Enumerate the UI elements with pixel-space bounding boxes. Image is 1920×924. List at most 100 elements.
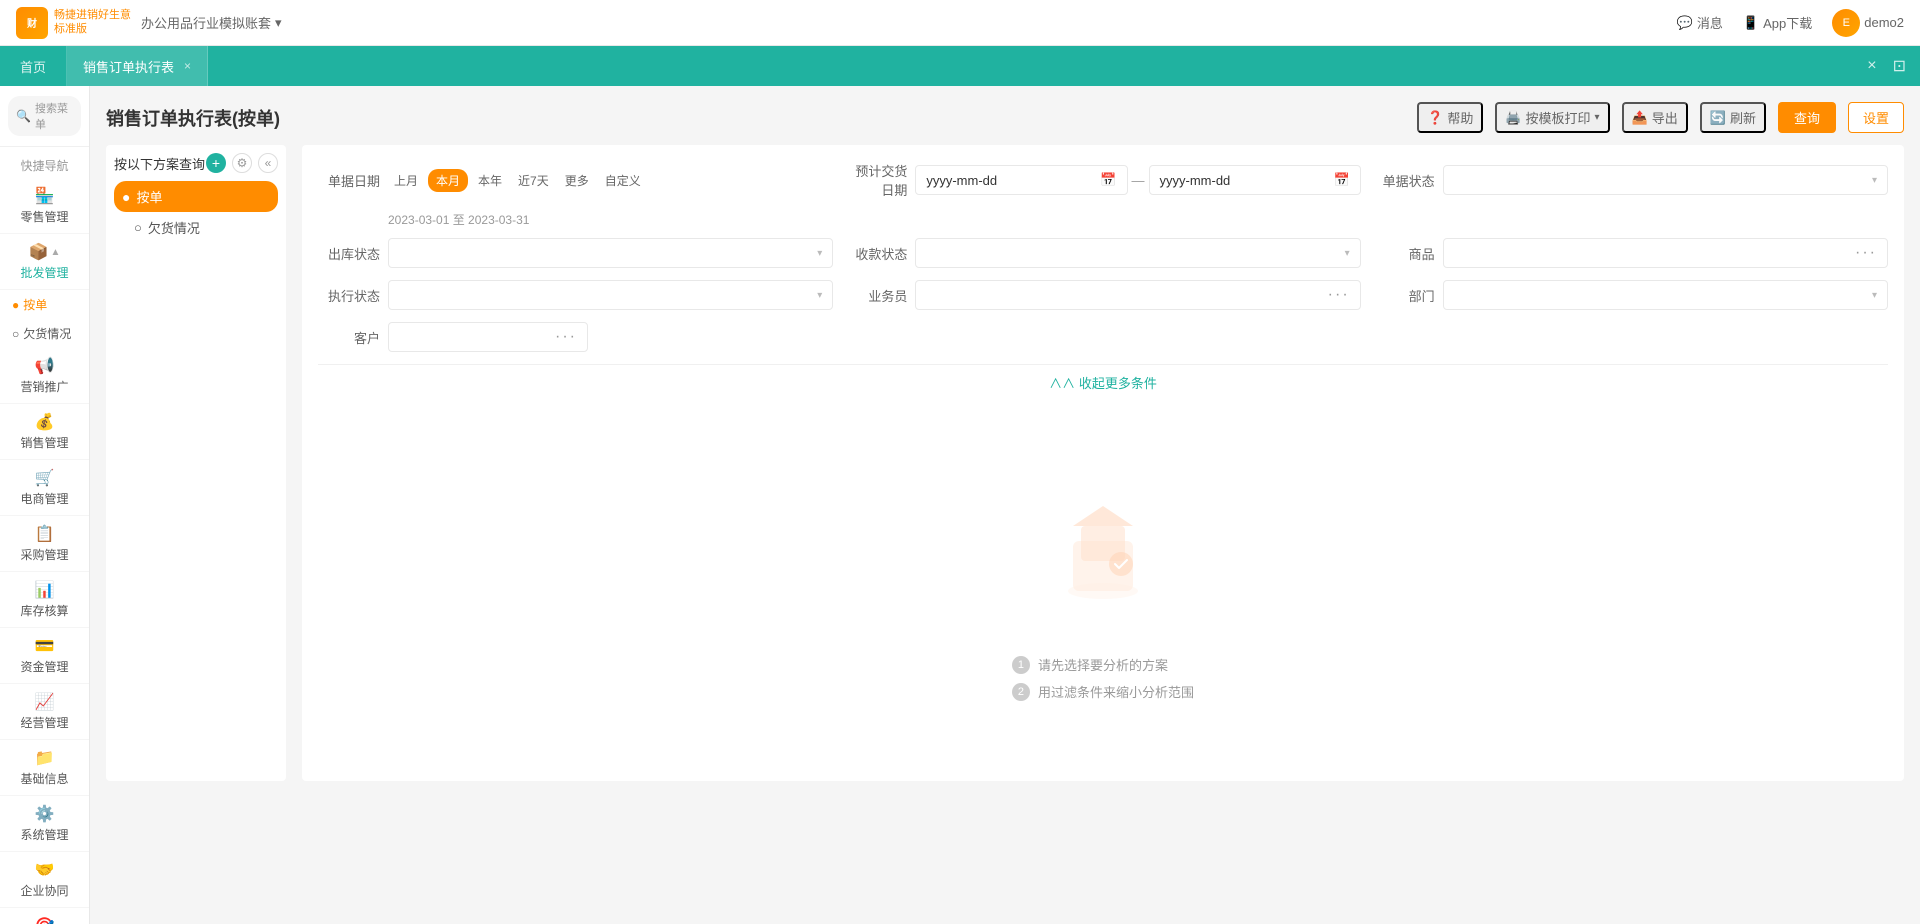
scheme-order-icon: ● bbox=[122, 189, 130, 205]
sidebar-item-finance[interactable]: 💳 资金管理 bbox=[0, 628, 89, 684]
expected-date-label: 预计交货日期 bbox=[845, 161, 915, 199]
date-tab-lastmonth[interactable]: 上月 bbox=[388, 169, 424, 192]
payment-status-field: 收款状态 ▾ bbox=[845, 238, 1360, 268]
sidebar-search-area: 🔍 搜索菜单 bbox=[0, 86, 89, 147]
tab-maximize-button[interactable]: ⊡ bbox=[1889, 52, 1910, 80]
sidebar-sub-debt[interactable]: ○ 欠货情况 bbox=[0, 319, 89, 348]
sidebar-item-system[interactable]: ⚙️ 系统管理 bbox=[0, 796, 89, 852]
sidebar-item-ecommerce[interactable]: 🛒 电商管理 bbox=[0, 460, 89, 516]
scheme-collapse-button[interactable]: « bbox=[258, 153, 278, 173]
sidebar-item-marketing[interactable]: 📢 营销推广 bbox=[0, 348, 89, 404]
filter-row-3: 执行状态 ▾ 业务员 ··· bbox=[318, 280, 1888, 310]
enterprise-selector[interactable]: 办公用品行业模拟账套 ▾ bbox=[141, 13, 282, 32]
tab-bar-right: × ⊡ bbox=[1863, 52, 1920, 80]
retail-icon: 🏪 bbox=[35, 186, 55, 206]
sidebar-item-wholesale[interactable]: 📦 ▲ 批发管理 bbox=[0, 234, 89, 290]
scheme-icon: ● bbox=[12, 298, 19, 312]
newbie-icon: 🎯 bbox=[35, 916, 55, 924]
product-more-icon[interactable]: ··· bbox=[1855, 244, 1877, 262]
expected-date-field: 预计交货日期 yyyy-mm-dd 📅 — yyyy-mm-dd 📅 bbox=[845, 161, 1360, 199]
operation-icon: 📈 bbox=[35, 692, 55, 712]
enterprise-dropdown-icon: ▾ bbox=[275, 15, 282, 31]
empty-state: 1 请先选择要分析的方案 2 用过滤条件来缩小分析范围 bbox=[302, 416, 1904, 781]
doc-status-label: 单据状态 bbox=[1373, 171, 1443, 190]
empty-illustration bbox=[1043, 496, 1163, 635]
header-right: 💬 消息 📱 App下载 E demo2 bbox=[1677, 9, 1904, 37]
sidebar-search-box[interactable]: 🔍 搜索菜单 bbox=[8, 96, 81, 136]
collapse-more-conditions[interactable]: ∧∧ 收起更多条件 bbox=[318, 364, 1888, 400]
expected-date-to[interactable]: yyyy-mm-dd 📅 bbox=[1149, 165, 1361, 195]
product-control[interactable]: ··· bbox=[1443, 238, 1888, 268]
header-left: 财 畅捷进销好生意 标准版 办公用品行业模拟账套 ▾ bbox=[16, 7, 282, 39]
message-button[interactable]: 💬 消息 bbox=[1677, 13, 1723, 32]
purchase-icon: 📋 bbox=[35, 524, 55, 544]
payment-dropdown-icon: ▾ bbox=[1345, 248, 1350, 259]
date-tab-thismonth[interactable]: 本月 bbox=[428, 169, 468, 192]
tab-sales-order-exec[interactable]: 销售订单执行表 × bbox=[67, 46, 208, 86]
app-download-button[interactable]: 📱 App下载 bbox=[1743, 13, 1812, 32]
sidebar-item-newbie[interactable]: 🎯 新手引导 bbox=[0, 908, 89, 924]
refresh-button[interactable]: 🔄 刷新 bbox=[1700, 102, 1766, 133]
scheme-item-by-order[interactable]: ● 按单 bbox=[114, 181, 278, 212]
sidebar-sub-scheme[interactable]: ● 按单 bbox=[0, 290, 89, 319]
date-tab-more[interactable]: 更多 bbox=[559, 169, 595, 192]
empty-hint-1: 1 请先选择要分析的方案 bbox=[1012, 655, 1194, 674]
outbound-status-control[interactable]: ▾ bbox=[388, 238, 833, 268]
user-menu[interactable]: E demo2 bbox=[1832, 9, 1904, 37]
date-tab-thisyear[interactable]: 本年 bbox=[472, 169, 508, 192]
exec-status-control[interactable]: ▾ bbox=[388, 280, 833, 310]
export-button[interactable]: 📤 导出 bbox=[1622, 102, 1688, 133]
tab-close-icon[interactable]: × bbox=[184, 59, 191, 73]
refresh-icon: 🔄 bbox=[1710, 110, 1726, 126]
exec-status-field: 执行状态 ▾ bbox=[318, 280, 833, 310]
dept-control[interactable]: ▾ bbox=[1443, 280, 1888, 310]
logo-icon: 财 bbox=[16, 7, 48, 39]
expected-date-from[interactable]: yyyy-mm-dd 📅 bbox=[915, 165, 1127, 195]
doc-status-field: 单据状态 ▾ bbox=[1373, 161, 1888, 199]
salesman-control[interactable]: ··· bbox=[915, 280, 1360, 310]
cal-from-icon: 📅 bbox=[1100, 172, 1116, 188]
doc-status-control[interactable]: ▾ bbox=[1443, 165, 1888, 195]
export-icon: 📤 bbox=[1632, 110, 1648, 126]
scheme-panel: 按以下方案查询 + ⚙ « ● 按单 ○ 欠货情况 bbox=[106, 145, 286, 781]
tab-home[interactable]: 首页 bbox=[0, 46, 67, 86]
ecommerce-icon: 🛒 bbox=[35, 468, 55, 488]
marketing-icon: 📢 bbox=[35, 356, 55, 376]
salesman-label: 业务员 bbox=[845, 286, 915, 305]
exec-status-label: 执行状态 bbox=[318, 286, 388, 305]
scheme-sub-debt[interactable]: ○ 欠货情况 bbox=[114, 212, 278, 243]
sidebar-item-inventory[interactable]: 📊 库存核算 bbox=[0, 572, 89, 628]
logo-area: 财 畅捷进销好生意 标准版 bbox=[16, 7, 131, 39]
filter-row-4: 客户 ··· bbox=[318, 322, 1888, 352]
salesman-field: 业务员 ··· bbox=[845, 280, 1360, 310]
help-button[interactable]: ❓ 帮助 bbox=[1417, 102, 1483, 133]
sidebar-item-operation[interactable]: 📈 经营管理 bbox=[0, 684, 89, 740]
tab-minimize-button[interactable]: × bbox=[1863, 53, 1880, 79]
customer-field: 客户 ··· bbox=[318, 322, 588, 352]
sidebar-item-basic[interactable]: 📁 基础信息 bbox=[0, 740, 89, 796]
sidebar-item-retail[interactable]: 🏪 零售管理 bbox=[0, 178, 89, 234]
scheme-add-button[interactable]: + bbox=[206, 153, 226, 173]
query-button[interactable]: 查询 bbox=[1778, 102, 1836, 133]
date-field: 单据日期 上月 本月 本年 近7天 更多 自定义 bbox=[318, 161, 833, 199]
date-range-separator: — bbox=[1128, 173, 1149, 188]
sidebar-item-collab[interactable]: 🤝 企业协同 bbox=[0, 852, 89, 908]
scheme-settings-button[interactable]: ⚙ bbox=[232, 153, 252, 173]
sidebar-item-sales[interactable]: 💰 销售管理 bbox=[0, 404, 89, 460]
date-control: 上月 本月 本年 近7天 更多 自定义 bbox=[388, 169, 833, 192]
user-avatar: E bbox=[1832, 9, 1860, 37]
customer-more-icon[interactable]: ··· bbox=[555, 328, 577, 346]
product-field: 商品 ··· bbox=[1373, 238, 1888, 268]
settings-button[interactable]: 设置 bbox=[1848, 102, 1904, 133]
sales-icon: 💰 bbox=[35, 412, 55, 432]
system-icon: ⚙️ bbox=[35, 804, 55, 824]
dept-label: 部门 bbox=[1373, 286, 1443, 305]
date-tab-7days[interactable]: 近7天 bbox=[512, 169, 555, 192]
sidebar-item-purchase[interactable]: 📋 采购管理 bbox=[0, 516, 89, 572]
customer-control[interactable]: ··· bbox=[388, 322, 588, 352]
message-icon: 💬 bbox=[1677, 15, 1693, 31]
payment-status-control[interactable]: ▾ bbox=[915, 238, 1360, 268]
template-print-button[interactable]: 🖨️ 按模板打印 ▾ bbox=[1495, 102, 1609, 133]
date-tab-custom[interactable]: 自定义 bbox=[599, 169, 647, 192]
salesman-more-icon[interactable]: ··· bbox=[1328, 286, 1350, 304]
